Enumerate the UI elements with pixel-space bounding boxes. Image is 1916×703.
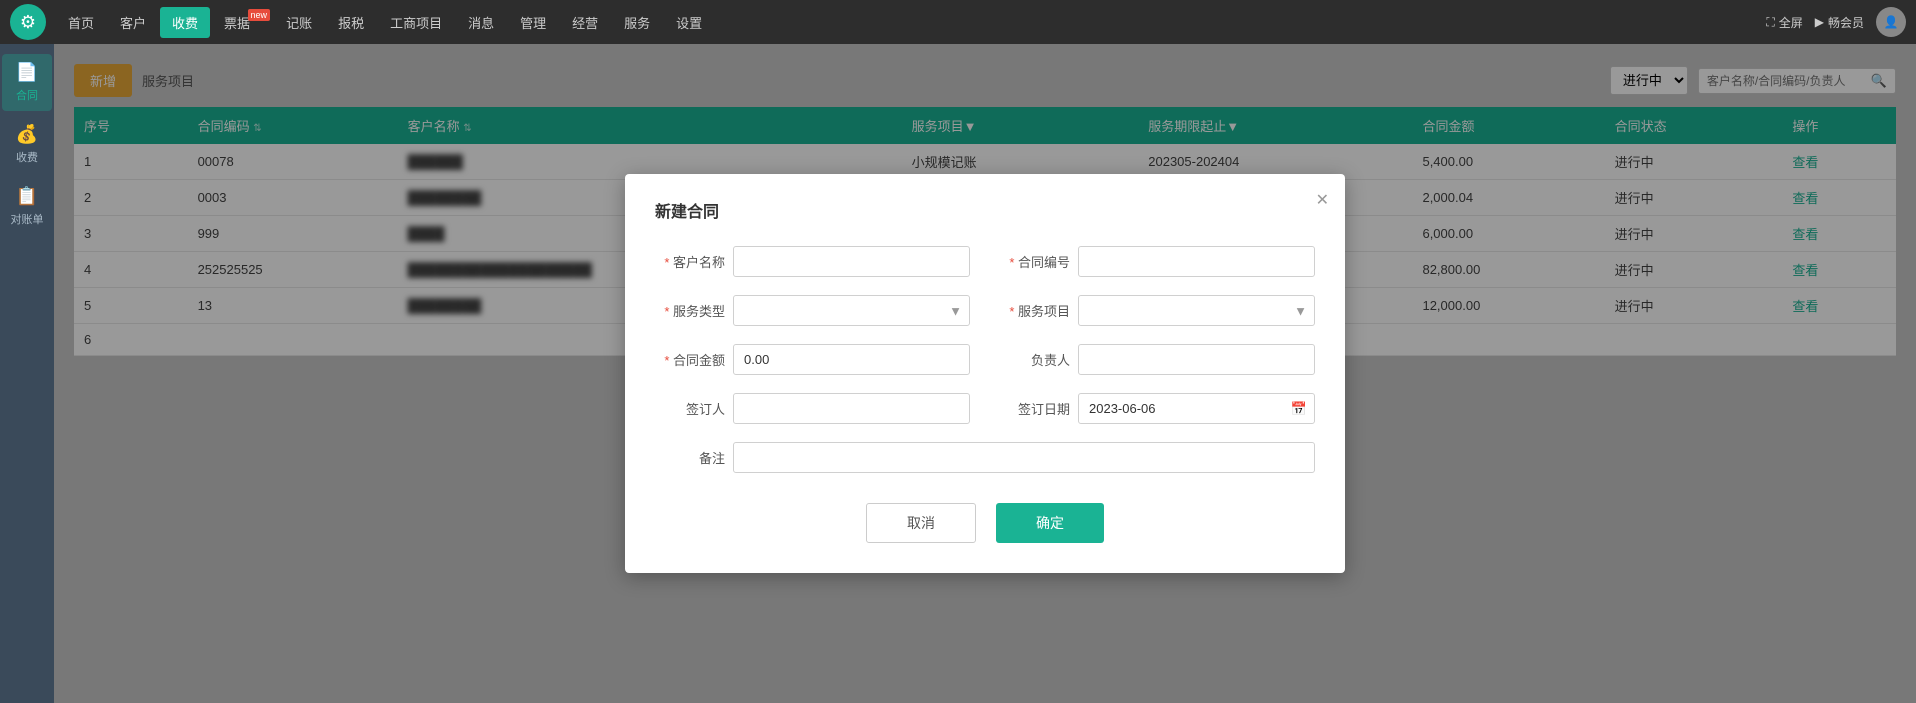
reconcile-icon: 📋	[16, 186, 38, 207]
input-contract-amount[interactable]	[733, 344, 970, 375]
field-client-name: 客户名称	[655, 246, 970, 277]
input-sign-date[interactable]	[1078, 393, 1315, 424]
label-client-name: 客户名称	[655, 252, 725, 271]
label-service-item: 服务项目	[1000, 301, 1070, 320]
vip-icon: ▶	[1815, 15, 1824, 29]
billing-icon: 💰	[16, 124, 38, 145]
dialog-form: 客户名称 合同编号 服务类型	[655, 246, 1315, 473]
top-navigation: ⚙ 首页 客户 收费 票据 new 记账 报税 工商项目 消息 管理 经营 服务…	[0, 0, 1916, 44]
nav-item-operation[interactable]: 经营	[560, 7, 610, 38]
label-sign-date: 签订日期	[1000, 399, 1070, 418]
label-remarks: 备注	[655, 448, 725, 467]
sidebar-item-label-billing: 收费	[16, 149, 38, 165]
field-service-type: 服务类型 ▼	[655, 295, 970, 326]
main-layout: 📄 合同 💰 收费 📋 对账单 新增 服务项目 进行中 已完成 已取消 🔍	[0, 44, 1916, 703]
sidebar-item-reconcile[interactable]: 📋 对账单	[2, 178, 52, 235]
user-avatar[interactable]: 👤	[1876, 7, 1906, 37]
field-contract-no: 合同编号	[1000, 246, 1315, 277]
new-contract-dialog: 新建合同 ✕ 客户名称 合同编号	[625, 174, 1345, 573]
new-badge: new	[248, 9, 271, 21]
contract-icon: 📄	[16, 62, 38, 83]
nav-item-settings[interactable]: 设置	[664, 7, 714, 38]
field-remarks: 备注	[655, 442, 1315, 473]
nav-item-tax[interactable]: 报税	[326, 7, 376, 38]
nav-item-message[interactable]: 消息	[456, 7, 506, 38]
vip-button[interactable]: ▶ 畅会员	[1815, 14, 1864, 31]
label-signer: 签订人	[655, 399, 725, 418]
nav-item-home[interactable]: 首页	[56, 7, 106, 38]
input-responsible[interactable]	[1078, 344, 1315, 375]
select-service-item[interactable]	[1078, 295, 1315, 326]
label-service-type: 服务类型	[655, 301, 725, 320]
app-logo: ⚙	[10, 4, 46, 40]
label-contract-no: 合同编号	[1000, 252, 1070, 271]
nav-item-client[interactable]: 客户	[108, 7, 158, 38]
input-remarks[interactable]	[733, 442, 1315, 473]
nav-item-service[interactable]: 服务	[612, 7, 662, 38]
sidebar-item-label-contract: 合同	[16, 87, 38, 103]
field-sign-date: 签订日期 📅	[1000, 393, 1315, 424]
dialog-footer: 取消 确定	[655, 503, 1315, 543]
sidebar-item-contract[interactable]: 📄 合同	[2, 54, 52, 111]
fullscreen-icon: ⛶	[1766, 15, 1774, 30]
dialog-close-button[interactable]: ✕	[1316, 190, 1329, 210]
nav-menu: 首页 客户 收费 票据 new 记账 报税 工商项目 消息 管理 经营 服务 设…	[56, 7, 1766, 38]
confirm-button[interactable]: 确定	[996, 503, 1104, 543]
sidebar-item-label-reconcile: 对账单	[11, 211, 44, 227]
input-contract-no[interactable]	[1078, 246, 1315, 277]
content-area: 新增 服务项目 进行中 已完成 已取消 🔍 序号 合同编码 ⇅ 客户名称 ⇅	[54, 44, 1916, 703]
nav-item-ticket[interactable]: 票据 new	[212, 7, 272, 38]
nav-right-actions: ⛶ 全屏 ▶ 畅会员 👤	[1766, 7, 1906, 37]
dialog-title: 新建合同	[655, 198, 1315, 222]
sidebar-item-billing[interactable]: 💰 收费	[2, 116, 52, 173]
fullscreen-button[interactable]: ⛶ 全屏	[1766, 14, 1802, 31]
nav-item-accounts[interactable]: 记账	[274, 7, 324, 38]
field-responsible: 负责人	[1000, 344, 1315, 375]
input-signer[interactable]	[733, 393, 970, 424]
field-service-item: 服务项目 ▼	[1000, 295, 1315, 326]
label-contract-amount: 合同金额	[655, 350, 725, 369]
field-contract-amount: 合同金额	[655, 344, 970, 375]
dialog-overlay: 新建合同 ✕ 客户名称 合同编号	[54, 44, 1916, 703]
input-client-name[interactable]	[733, 246, 970, 277]
nav-item-business[interactable]: 工商项目	[378, 7, 454, 38]
label-responsible: 负责人	[1000, 350, 1070, 369]
select-service-type[interactable]	[733, 295, 970, 326]
field-signer: 签订人	[655, 393, 970, 424]
cancel-button[interactable]: 取消	[866, 503, 976, 543]
nav-item-invoice[interactable]: 收费	[160, 7, 210, 38]
nav-item-manage[interactable]: 管理	[508, 7, 558, 38]
sidebar: 📄 合同 💰 收费 📋 对账单	[0, 44, 54, 703]
